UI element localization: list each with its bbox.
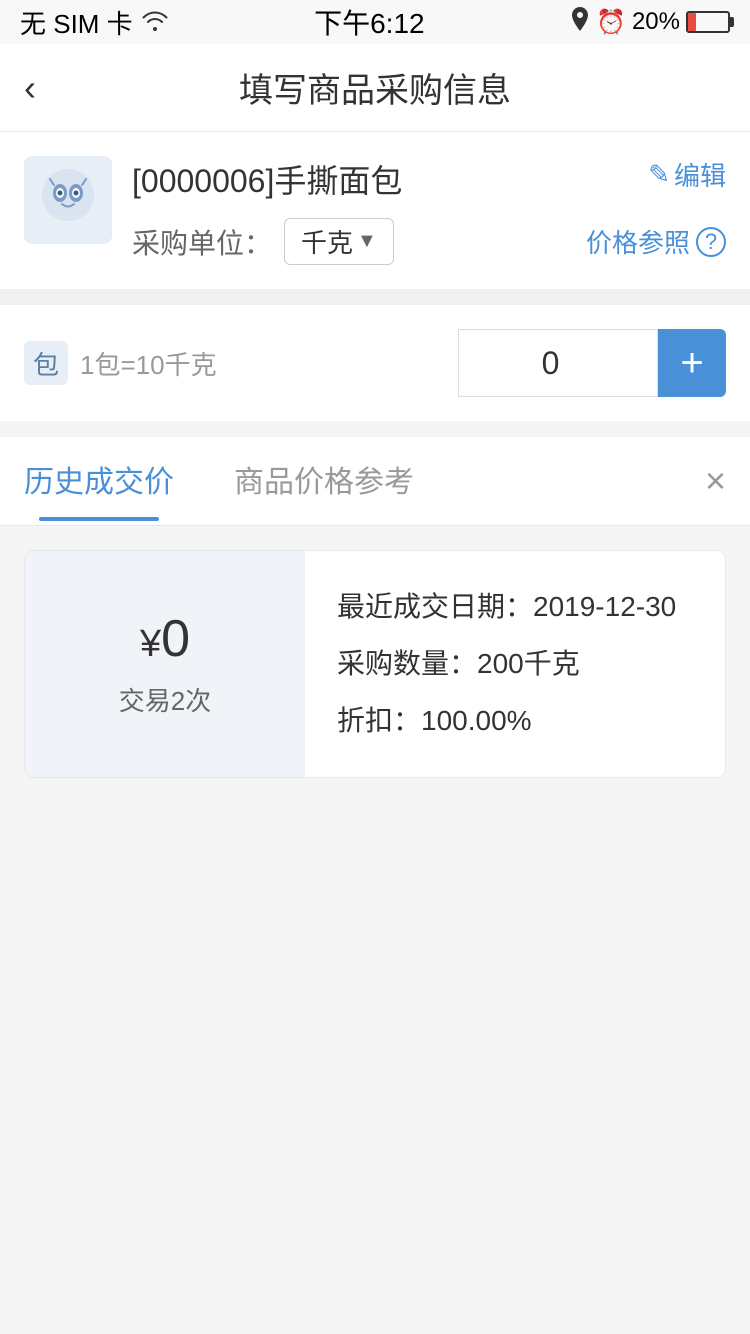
tab-price-ref[interactable]: 商品价格参考 xyxy=(234,457,414,505)
unit-conversion: 1包=10千克 xyxy=(80,345,217,382)
battery-icon xyxy=(686,11,730,33)
back-button[interactable]: ‹ xyxy=(24,67,36,109)
product-right: ✎ 编辑 价格参照 ? xyxy=(586,156,726,260)
status-bar: 无 SIM 卡 下午6:12 ⏰ 20% xyxy=(0,0,750,44)
section-divider xyxy=(0,289,750,305)
status-right-area: ⏰ 20% xyxy=(570,7,730,38)
tab-price-ref-label: 商品价格参考 xyxy=(234,457,414,501)
price-value: 0 xyxy=(161,610,190,668)
tab-history-price[interactable]: 历史成交价 xyxy=(24,457,174,505)
product-unit-row: 采购单位： 千克 ▼ xyxy=(132,218,402,265)
help-icon[interactable]: ? xyxy=(696,227,726,257)
product-left: [0000006]手撕面包 采购单位： 千克 ▼ xyxy=(24,156,402,265)
price-card-right: 最近成交日期：2019-12-30 采购数量：200千克 折扣：100.00% xyxy=(305,551,725,777)
unit-value: 千克 xyxy=(301,223,353,260)
battery-percent: 20% xyxy=(632,8,680,36)
edit-label: 编辑 xyxy=(674,156,726,193)
unit-label: 采购单位： xyxy=(132,222,272,262)
tab-history-label: 历史成交价 xyxy=(24,457,174,501)
edit-icon: ✎ xyxy=(648,159,670,190)
quantity-label: 采购数量： xyxy=(337,648,477,679)
quantity-plus-button[interactable]: + xyxy=(658,329,726,397)
carrier-text: 无 SIM 卡 xyxy=(20,4,133,41)
price-card-left: ¥0 交易2次 xyxy=(25,551,305,777)
price-amount: ¥0 xyxy=(140,609,190,669)
tabs-left: 历史成交价 商品价格参考 xyxy=(24,457,414,505)
product-name: [0000006]手撕面包 xyxy=(132,156,402,202)
status-time: 下午6:12 xyxy=(314,2,425,42)
edit-link[interactable]: ✎ 编辑 xyxy=(648,156,726,193)
discount-value: 100.00% xyxy=(421,705,532,736)
recent-date-value: 2019-12-30 xyxy=(533,591,676,622)
product-icon xyxy=(40,167,96,233)
price-ref-row[interactable]: 价格参照 ? xyxy=(586,223,726,260)
unit-select-arrow: ▼ xyxy=(357,230,377,253)
quantity-left: 包 1包=10千克 xyxy=(24,341,217,385)
price-ref-label: 价格参照 xyxy=(586,223,690,260)
price-currency: ¥ xyxy=(140,623,161,665)
quantity-input-area: + xyxy=(458,329,726,397)
price-trades: 交易2次 xyxy=(119,681,211,718)
price-discount-row: 折扣：100.00% xyxy=(337,701,693,740)
price-card: ¥0 交易2次 最近成交日期：2019-12-30 采购数量：200千克 折扣：… xyxy=(24,550,726,778)
location-icon xyxy=(570,7,590,38)
product-card: [0000006]手撕面包 采购单位： 千克 ▼ ✎ 编辑 价格参照 ? xyxy=(0,132,750,289)
product-info: [0000006]手撕面包 采购单位： 千克 ▼ xyxy=(132,156,402,265)
quantity-value: 200千克 xyxy=(477,648,580,679)
recent-date-label: 最近成交日期： xyxy=(337,591,533,622)
unit-tag: 包 xyxy=(24,341,68,385)
content-area: ¥0 交易2次 最近成交日期：2019-12-30 采购数量：200千克 折扣：… xyxy=(0,526,750,1026)
close-button[interactable]: × xyxy=(705,460,726,502)
product-thumbnail xyxy=(24,156,112,244)
quantity-row: 包 1包=10千克 + xyxy=(0,305,750,421)
status-carrier: 无 SIM 卡 xyxy=(20,4,169,41)
alarm-icon: ⏰ xyxy=(596,8,626,37)
unit-select[interactable]: 千克 ▼ xyxy=(284,218,394,265)
price-quantity-row: 采购数量：200千克 xyxy=(337,644,693,683)
quantity-input[interactable] xyxy=(458,329,658,397)
price-date-row: 最近成交日期：2019-12-30 xyxy=(337,587,693,626)
tab-underline xyxy=(39,517,159,521)
tabs-header: 历史成交价 商品价格参考 × xyxy=(0,437,750,525)
page-title: 填写商品采购信息 xyxy=(239,63,511,112)
tabs-container: 历史成交价 商品价格参考 × xyxy=(0,437,750,526)
wifi-icon xyxy=(141,7,169,38)
unit-tag-label: 包 xyxy=(33,345,59,382)
product-header: [0000006]手撕面包 采购单位： 千克 ▼ ✎ 编辑 价格参照 ? xyxy=(24,156,726,265)
discount-label: 折扣： xyxy=(337,705,421,736)
nav-bar: ‹ 填写商品采购信息 xyxy=(0,44,750,132)
